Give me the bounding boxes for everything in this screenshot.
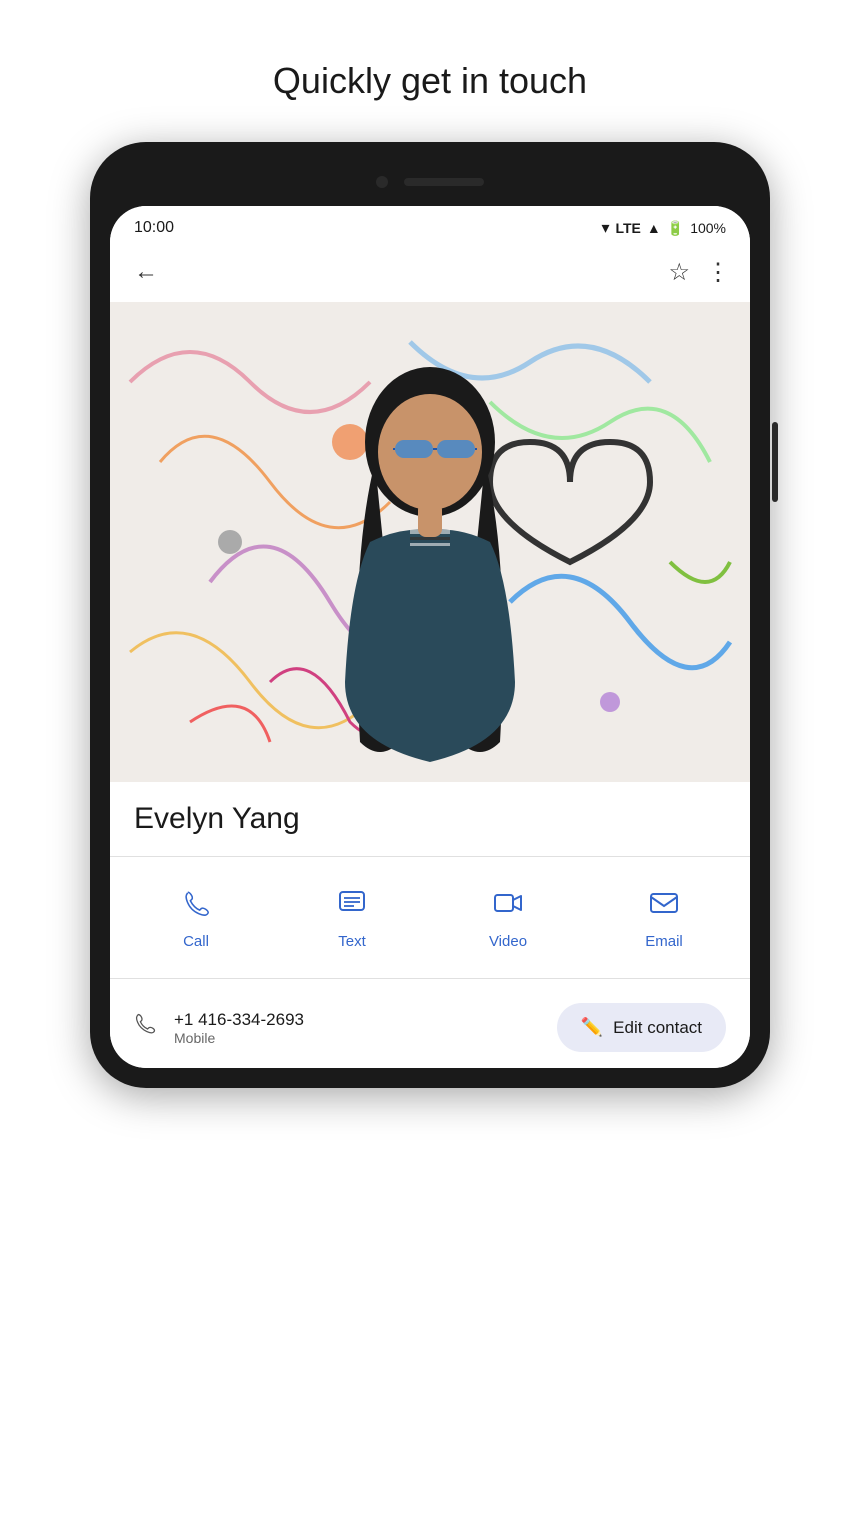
- video-icon: [493, 888, 523, 918]
- side-button: [772, 422, 778, 502]
- phone-speaker: [404, 178, 484, 186]
- battery-level: 100%: [690, 220, 726, 236]
- call-label: Call: [183, 933, 209, 950]
- email-icon-container: [642, 881, 686, 925]
- status-icons: ▾ LTE ▲ 🔋 100%: [601, 218, 726, 238]
- text-label: Text: [338, 933, 366, 950]
- edit-contact-label: Edit contact: [613, 1018, 702, 1038]
- more-options-button[interactable]: ⋮: [706, 258, 730, 287]
- action-buttons-row: Call Text: [110, 869, 750, 966]
- battery-icon: 🔋: [667, 220, 684, 237]
- app-bar: ← ☆ ⋮: [110, 246, 750, 302]
- phone-details: +1 416-334-2693 Mobile: [174, 1010, 557, 1046]
- page-title: Quickly get in touch: [273, 60, 587, 102]
- edit-icon: ✏️: [581, 1017, 603, 1038]
- video-action-button[interactable]: Video: [468, 881, 548, 950]
- status-bar: 10:00 ▾ LTE ▲ 🔋 100%: [110, 206, 750, 246]
- app-bar-actions: ☆ ⋮: [668, 258, 730, 287]
- video-icon-container: [486, 881, 530, 925]
- back-button[interactable]: ←: [130, 254, 162, 290]
- divider-2: [110, 978, 750, 979]
- call-icon-container: [174, 881, 218, 925]
- divider-1: [110, 856, 750, 857]
- status-time: 10:00: [134, 219, 174, 237]
- email-action-button[interactable]: Email: [624, 881, 704, 950]
- text-action-button[interactable]: Text: [312, 881, 392, 950]
- phone-number-text: +1 416-334-2693: [174, 1010, 557, 1030]
- call-action-button[interactable]: Call: [156, 881, 236, 950]
- text-icon-container: [330, 881, 374, 925]
- video-label: Video: [489, 933, 527, 950]
- phone-row-icon: [134, 1012, 158, 1043]
- wifi-icon: ▾: [601, 218, 609, 238]
- phone-number-row: +1 416-334-2693 Mobile ✏️ Edit contact: [110, 991, 750, 1068]
- email-icon: [649, 888, 679, 918]
- phone-notch: [110, 162, 750, 202]
- person-figure: [300, 362, 560, 782]
- email-label: Email: [645, 933, 683, 950]
- phone-icon: [181, 888, 211, 918]
- phone-device: 10:00 ▾ LTE ▲ 🔋 100% ← ☆ ⋮: [90, 142, 770, 1088]
- contact-name: Evelyn Yang: [134, 802, 726, 836]
- message-icon: [337, 888, 367, 918]
- phone-screen: 10:00 ▾ LTE ▲ 🔋 100% ← ☆ ⋮: [110, 206, 750, 1068]
- lte-indicator: LTE: [615, 220, 640, 236]
- edit-contact-button[interactable]: ✏️ Edit contact: [557, 1003, 726, 1052]
- phone-type-text: Mobile: [174, 1030, 557, 1046]
- favorite-button[interactable]: ☆: [668, 258, 690, 287]
- front-camera: [376, 176, 388, 188]
- contact-info-section: Evelyn Yang: [110, 782, 750, 844]
- contact-photo: [110, 302, 750, 782]
- signal-icon: ▲: [647, 220, 661, 236]
